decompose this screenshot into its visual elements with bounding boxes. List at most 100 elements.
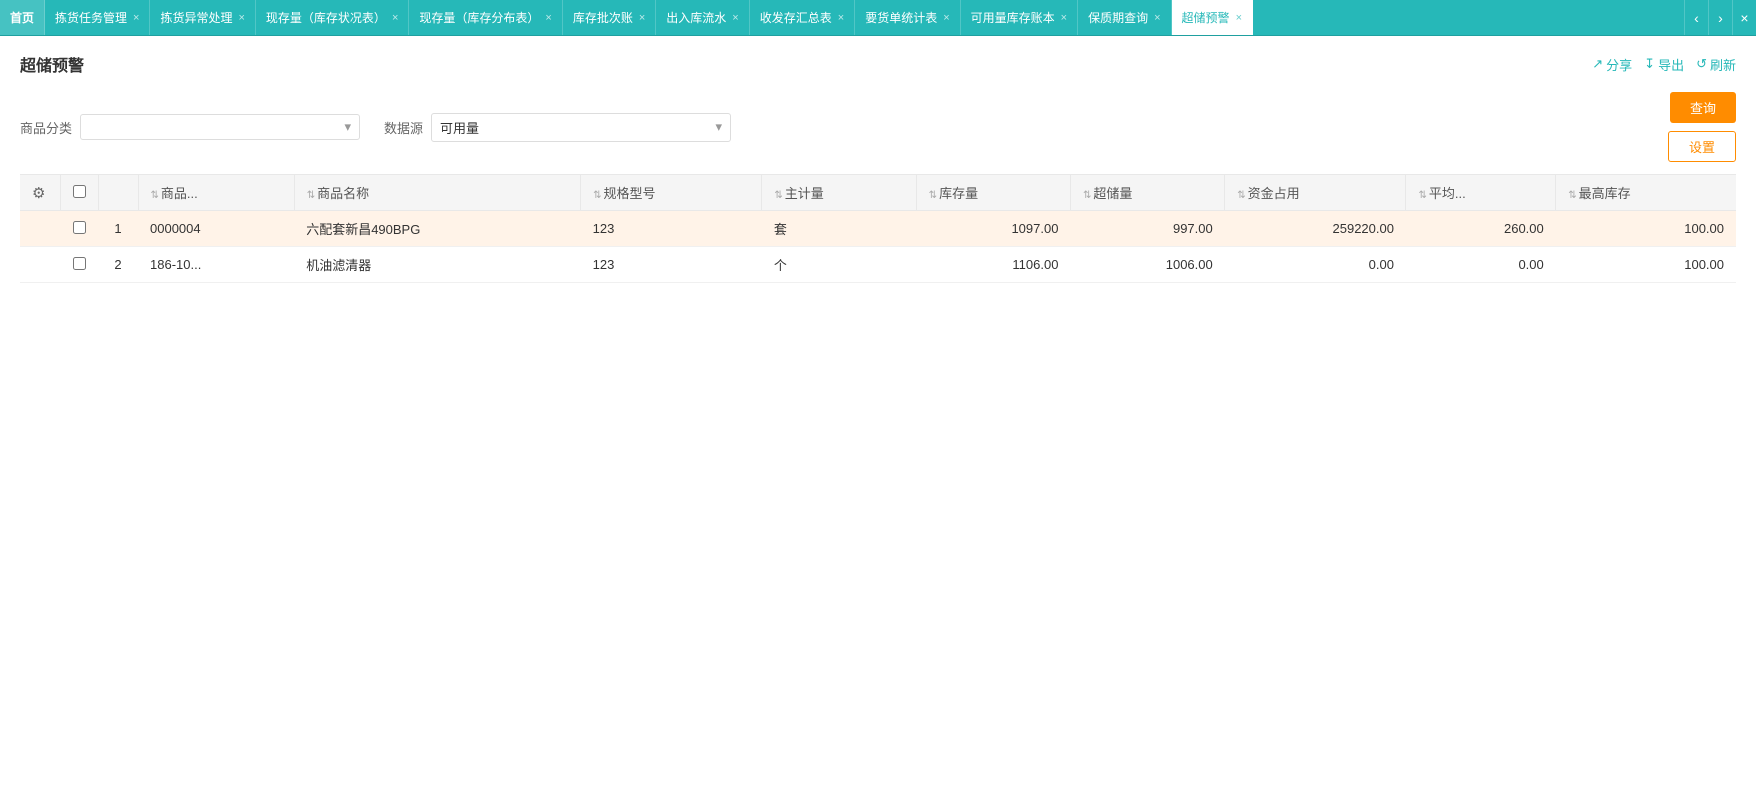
nav-tab-close-io-flow[interactable]: × [732, 12, 738, 24]
nav-tab-batch-account[interactable]: 库存批次账 × [563, 0, 656, 35]
row-checkbox-cell [60, 247, 98, 283]
nav-close-button[interactable]: × [1732, 0, 1756, 36]
settings-column-header: ⚙ [20, 175, 60, 211]
nav-tab-label: 拣货任务管理 [55, 9, 127, 26]
row-checkbox[interactable] [73, 257, 86, 270]
row-product-name: 机油滤清器 [294, 247, 580, 283]
nav-tab-label: 超储预警 [1182, 9, 1230, 26]
nav-tab-available-account[interactable]: 可用量库存账本 × [961, 0, 1078, 35]
nav-tab-close-pick-exception[interactable]: × [238, 12, 244, 24]
category-select[interactable]: ▾ [80, 114, 360, 140]
row-overstock: 1006.00 [1070, 247, 1224, 283]
nav-tab-label: 要货单统计表 [865, 9, 937, 26]
nav-tab-home[interactable]: 首页 [0, 0, 45, 35]
row-capital: 259220.00 [1225, 211, 1406, 247]
nav-tab-overstock-warning[interactable]: 超储预警 × [1172, 0, 1253, 35]
export-icon: ↧ [1644, 56, 1655, 72]
nav-tab-close-pick-task[interactable]: × [133, 12, 139, 24]
nav-arrows: ‹ › × [1684, 0, 1756, 36]
main-content: 超储预警 ↗ 分享 ↧ 导出 ↺ 刷新 商品分类 ▾ 数据源 [0, 36, 1756, 800]
filter-row: 商品分类 ▾ 数据源 可用量 ▾ 查询 设置 [20, 92, 1736, 162]
row-capital: 0.00 [1225, 247, 1406, 283]
row-avg: 0.00 [1406, 247, 1556, 283]
spec-column-header[interactable]: ⇅规格型号 [581, 175, 762, 211]
nav-tab-close-order-stat[interactable]: × [943, 12, 949, 24]
nav-tab-label: 出入库流水 [666, 9, 726, 26]
select-all-checkbox[interactable] [73, 185, 86, 198]
row-gear-cell [20, 247, 60, 283]
page-header: 超储预警 ↗ 分享 ↧ 导出 ↺ 刷新 [20, 52, 1736, 76]
overstock-column-header[interactable]: ⇅超储量 [1070, 175, 1224, 211]
datasource-value: 可用量 [440, 118, 479, 137]
share-button[interactable]: ↗ 分享 [1592, 55, 1632, 74]
row-number: 2 [98, 247, 138, 283]
row-number: 1 [98, 211, 138, 247]
table-row: 1 0000004 六配套新昌490BPG 123 套 1097.00 997.… [20, 211, 1736, 247]
nav-tab-close-overstock-warning[interactable]: × [1236, 12, 1242, 24]
nav-tab-close-stock-dist[interactable]: × [545, 12, 551, 24]
nav-tab-close-batch-account[interactable]: × [639, 12, 645, 24]
header-actions: ↗ 分享 ↧ 导出 ↺ 刷新 [1592, 55, 1736, 74]
set-button[interactable]: 设置 [1668, 131, 1736, 162]
unit-column-header[interactable]: ⇅主计量 [762, 175, 916, 211]
row-spec: 123 [581, 247, 762, 283]
stock-column-header[interactable]: ⇅库存量 [916, 175, 1070, 211]
nav-tab-label: 收发存汇总表 [760, 9, 832, 26]
datasource-arrow-icon: ▾ [716, 119, 723, 135]
row-unit: 套 [762, 211, 916, 247]
datasource-filter-group: 数据源 可用量 ▾ [384, 113, 731, 142]
nav-tab-shelf-life[interactable]: 保质期查询 × [1078, 0, 1171, 35]
nav-tab-label: 可用量库存账本 [971, 9, 1055, 26]
datasource-label: 数据源 [384, 118, 423, 137]
row-checkbox-cell [60, 211, 98, 247]
nav-tab-label: 现存量（库存分布表） [419, 9, 539, 26]
export-button[interactable]: ↧ 导出 [1644, 55, 1684, 74]
nav-tab-close-available-account[interactable]: × [1061, 12, 1067, 24]
nav-tab-recv-send-summary[interactable]: 收发存汇总表 × [750, 0, 855, 35]
query-button[interactable]: 查询 [1670, 92, 1736, 123]
max-stock-column-header[interactable]: ⇅最高库存 [1556, 175, 1736, 211]
nav-tab-order-stat[interactable]: 要货单统计表 × [855, 0, 960, 35]
share-icon: ↗ [1592, 56, 1603, 72]
nav-tab-io-flow[interactable]: 出入库流水 × [656, 0, 749, 35]
nav-tab-close-stock-status[interactable]: × [392, 12, 398, 24]
nav-tab-close-recv-send-summary[interactable]: × [838, 12, 844, 24]
nav-tab-close-shelf-life[interactable]: × [1154, 12, 1160, 24]
nav-tab-label: 库存批次账 [573, 9, 633, 26]
nav-tab-label: 首页 [10, 9, 34, 26]
product-code-column-header[interactable]: ⇅商品... [138, 175, 294, 211]
row-avg: 260.00 [1406, 211, 1556, 247]
row-checkbox[interactable] [73, 221, 86, 234]
nav-next-button[interactable]: › [1708, 0, 1732, 36]
product-name-column-header[interactable]: ⇅商品名称 [294, 175, 580, 211]
row-max-stock: 100.00 [1556, 247, 1736, 283]
refresh-icon: ↺ [1696, 56, 1707, 72]
refresh-button[interactable]: ↺ 刷新 [1696, 55, 1736, 74]
capital-column-header[interactable]: ⇅资金占用 [1225, 175, 1406, 211]
nav-tab-pick-exception[interactable]: 拣货异常处理 × [150, 0, 255, 35]
settings-icon[interactable]: ⚙ [32, 185, 45, 202]
category-arrow-icon: ▾ [344, 119, 351, 135]
row-product-code: 0000004 [138, 211, 294, 247]
checkbox-column-header [60, 175, 98, 211]
avg-column-header[interactable]: ⇅平均... [1406, 175, 1556, 211]
nav-prev-button[interactable]: ‹ [1684, 0, 1708, 36]
nav-tab-label: 拣货异常处理 [160, 9, 232, 26]
row-unit: 个 [762, 247, 916, 283]
nav-tab-label: 现存量（库存状况表） [266, 9, 386, 26]
row-spec: 123 [581, 211, 762, 247]
table-row: 2 186-10... 机油滤清器 123 个 1106.00 1006.00 … [20, 247, 1736, 283]
row-stock: 1106.00 [916, 247, 1070, 283]
nav-tab-stock-dist[interactable]: 现存量（库存分布表） × [409, 0, 562, 35]
nav-tab-label: 保质期查询 [1088, 9, 1148, 26]
nav-tab-pick-task[interactable]: 拣货任务管理 × [45, 0, 150, 35]
row-max-stock: 100.00 [1556, 211, 1736, 247]
table-header-row: ⚙ ⇅商品... ⇅商品名称 ⇅规格型号 ⇅主计量 [20, 175, 1736, 211]
category-filter-group: 商品分类 ▾ [20, 114, 360, 140]
row-stock: 1097.00 [916, 211, 1070, 247]
row-product-name: 六配套新昌490BPG [294, 211, 580, 247]
datasource-select[interactable]: 可用量 ▾ [431, 113, 731, 142]
top-navigation: 首页拣货任务管理×拣货异常处理×现存量（库存状况表）×现存量（库存分布表）×库存… [0, 0, 1756, 36]
row-gear-cell [20, 211, 60, 247]
nav-tab-stock-status[interactable]: 现存量（库存状况表） × [256, 0, 409, 35]
